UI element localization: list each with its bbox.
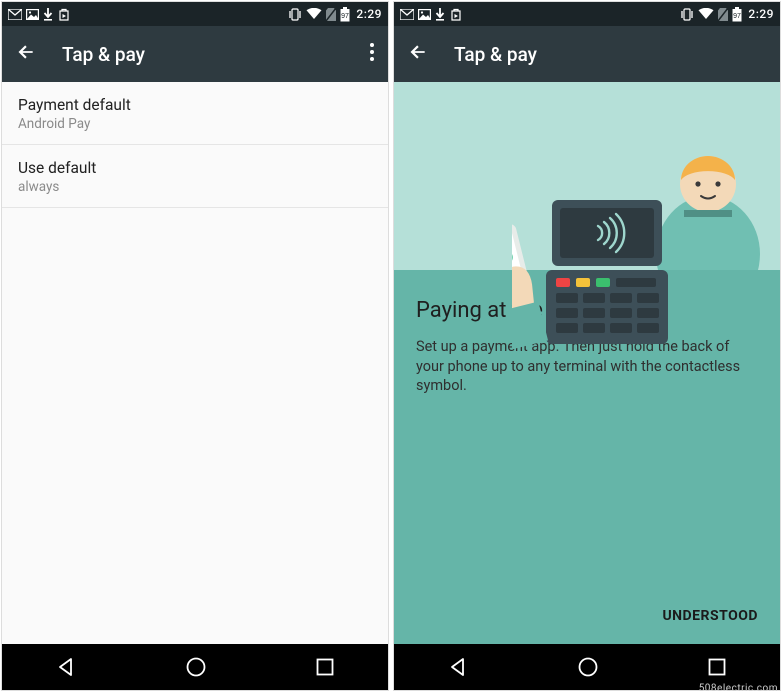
- nav-back-icon[interactable]: [56, 657, 76, 677]
- list-item-title: Payment default: [18, 96, 372, 114]
- download-icon: [435, 8, 445, 21]
- watermark: 508electric.com: [699, 683, 778, 694]
- status-clock: 2:29: [748, 7, 774, 21]
- no-sim-icon: [326, 8, 336, 21]
- nav-recents-icon[interactable]: [708, 658, 726, 676]
- onboarding-content: Paying at the terminal Set up a payment …: [394, 82, 780, 644]
- card-reader-illustration: [512, 192, 682, 356]
- overflow-menu-icon[interactable]: [370, 43, 374, 65]
- back-icon[interactable]: [408, 42, 428, 66]
- battery-icon: 97: [732, 7, 742, 22]
- list-item-subtitle: Android Pay: [18, 116, 372, 132]
- vibrate-icon: [288, 8, 302, 21]
- svg-text:97: 97: [733, 13, 741, 20]
- navigation-bar: [2, 644, 388, 690]
- play-store-icon: [57, 8, 71, 21]
- phone-screen-settings: 97 2:29 Tap & pay Payment default Androi…: [2, 2, 388, 690]
- understood-button[interactable]: UNDERSTOOD: [656, 600, 764, 632]
- nav-home-icon[interactable]: [577, 656, 599, 678]
- settings-list: Payment default Android Pay Use default …: [2, 82, 388, 644]
- image-icon: [418, 9, 431, 20]
- download-icon: [43, 8, 53, 21]
- payment-default-item[interactable]: Payment default Android Pay: [2, 82, 388, 145]
- battery-icon: 97: [340, 7, 350, 22]
- nav-back-icon[interactable]: [448, 657, 468, 677]
- gmail-icon: [400, 9, 414, 20]
- vibrate-icon: [680, 8, 694, 21]
- use-default-item[interactable]: Use default always: [2, 145, 388, 208]
- gmail-icon: [8, 9, 22, 20]
- list-item-subtitle: always: [18, 179, 372, 195]
- app-bar-title: Tap & pay: [62, 43, 145, 66]
- app-bar: Tap & pay: [2, 26, 388, 82]
- status-bar: 97 2:29: [2, 2, 388, 26]
- back-icon[interactable]: [16, 42, 36, 66]
- app-bar-title: Tap & pay: [454, 43, 537, 66]
- list-item-title: Use default: [18, 159, 372, 177]
- status-bar: 97 2:29: [394, 2, 780, 26]
- wifi-icon: [698, 8, 714, 20]
- play-store-icon: [449, 8, 463, 21]
- status-clock: 2:29: [356, 7, 382, 21]
- phone-screen-onboarding: 97 2:29 Tap & pay: [394, 2, 780, 690]
- wifi-icon: [306, 8, 322, 20]
- svg-text:97: 97: [341, 13, 349, 20]
- nav-recents-icon[interactable]: [316, 658, 334, 676]
- image-icon: [26, 9, 39, 20]
- nav-home-icon[interactable]: [185, 656, 207, 678]
- app-bar: Tap & pay: [394, 26, 780, 82]
- no-sim-icon: [718, 8, 728, 21]
